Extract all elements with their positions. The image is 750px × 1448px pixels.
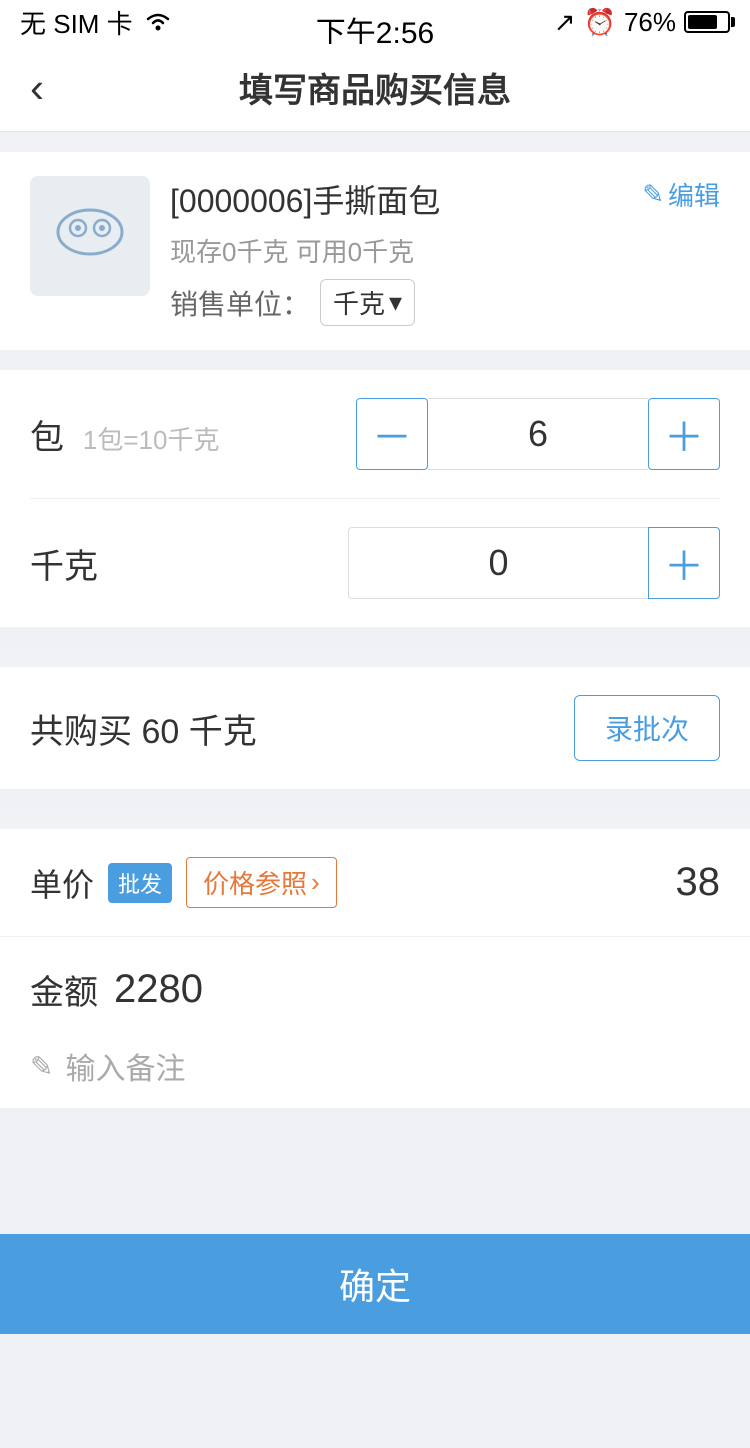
- battery-percent: 76%: [624, 7, 676, 38]
- pack-qty-control: － ＋: [356, 398, 720, 470]
- section-divider-3: [0, 789, 750, 809]
- price-ref-button[interactable]: 价格参照 ›: [186, 857, 337, 908]
- price-label: 单价: [30, 860, 94, 906]
- status-right: ↗ ⏰ 76%: [554, 7, 730, 38]
- pack-row: 包 1包=10千克 － ＋: [30, 370, 720, 499]
- kg-row: 千克 ＋: [30, 499, 720, 627]
- status-bar: 无 SIM 卡 下午2:56 ↗ ⏰ 76%: [0, 0, 750, 44]
- pencil-icon: ✎: [30, 1050, 53, 1083]
- edit-icon: ✎: [642, 179, 664, 210]
- amount-value: 2280: [114, 967, 203, 1012]
- page-title: 填写商品购买信息: [239, 63, 511, 112]
- section-divider-1: [0, 350, 750, 370]
- total-text: 共购买 60 千克: [30, 704, 257, 753]
- amount-label: 金额: [30, 965, 98, 1014]
- product-name: [0000006]手撕面包: [170, 176, 720, 222]
- price-section: 单价 批发 价格参照 › 38: [0, 829, 750, 937]
- section-divider-2: [0, 627, 750, 647]
- product-logo: [50, 202, 130, 271]
- location-icon: ↗: [554, 7, 576, 38]
- price-left: 单价 批发 价格参照 ›: [30, 857, 337, 908]
- battery-fill: [688, 15, 717, 29]
- unit-select[interactable]: 千克 ▾: [320, 279, 415, 326]
- product-stock: 现存0千克 可用0千克: [170, 232, 720, 269]
- total-unit: 千克: [189, 713, 257, 751]
- product-unit-row: 销售单位： 千克 ▾: [170, 279, 720, 326]
- kg-increment-button[interactable]: ＋: [648, 527, 720, 599]
- pack-qty-input[interactable]: [428, 398, 648, 470]
- wifi-icon: [143, 7, 173, 38]
- remark-placeholder: 输入备注: [65, 1044, 185, 1088]
- kg-label: 千克: [30, 548, 98, 586]
- remark-row[interactable]: ✎ 输入备注: [30, 1034, 720, 1098]
- total-amount: 60: [141, 713, 179, 751]
- amount-section: 金额 2280 ✎ 输入备注: [0, 937, 750, 1108]
- kg-label-group: 千克: [30, 539, 98, 588]
- status-left: 无 SIM 卡: [20, 4, 173, 41]
- product-info: [0000006]手撕面包 现存0千克 可用0千克 销售单位： 千克 ▾: [170, 176, 720, 326]
- input-section: 包 1包=10千克 － ＋ 千克 ＋: [0, 370, 750, 627]
- battery-icon: [684, 11, 730, 33]
- amount-row: 金额 2280: [30, 965, 720, 1014]
- price-ref-arrow: ›: [311, 867, 320, 898]
- dropdown-icon: ▾: [389, 287, 402, 318]
- product-card: [0000006]手撕面包 现存0千克 可用0千克 销售单位： 千克 ▾ ✎ 编…: [0, 152, 750, 350]
- total-section: 共购买 60 千克 录批次: [0, 667, 750, 789]
- alarm-icon: ⏰: [584, 7, 616, 38]
- nav-bar: ‹ 填写商品购买信息: [0, 44, 750, 132]
- batch-button[interactable]: 录批次: [574, 695, 720, 761]
- batch-tag: 批发: [108, 863, 172, 903]
- unit-label: 销售单位：: [170, 283, 310, 323]
- total-label: 共购买: [30, 713, 132, 751]
- back-button[interactable]: ‹: [30, 64, 44, 112]
- pack-hint: 1包=10千克: [83, 425, 220, 455]
- edit-label: 编辑: [668, 176, 720, 213]
- kg-qty-control: ＋: [348, 527, 720, 599]
- pack-decrement-button[interactable]: －: [356, 398, 428, 470]
- kg-qty-input[interactable]: [348, 527, 648, 599]
- price-value: 38: [676, 860, 721, 905]
- unit-value: 千克: [333, 284, 385, 321]
- pack-label-group: 包 1包=10千克: [30, 410, 219, 459]
- pack-label: 包: [30, 419, 64, 457]
- confirm-button[interactable]: 确定: [0, 1234, 750, 1334]
- price-ref-label: 价格参照: [203, 864, 307, 901]
- edit-button[interactable]: ✎ 编辑: [642, 176, 720, 213]
- pack-increment-button[interactable]: ＋: [648, 398, 720, 470]
- product-image: [30, 176, 150, 296]
- carrier-text: 无 SIM 卡: [20, 4, 133, 41]
